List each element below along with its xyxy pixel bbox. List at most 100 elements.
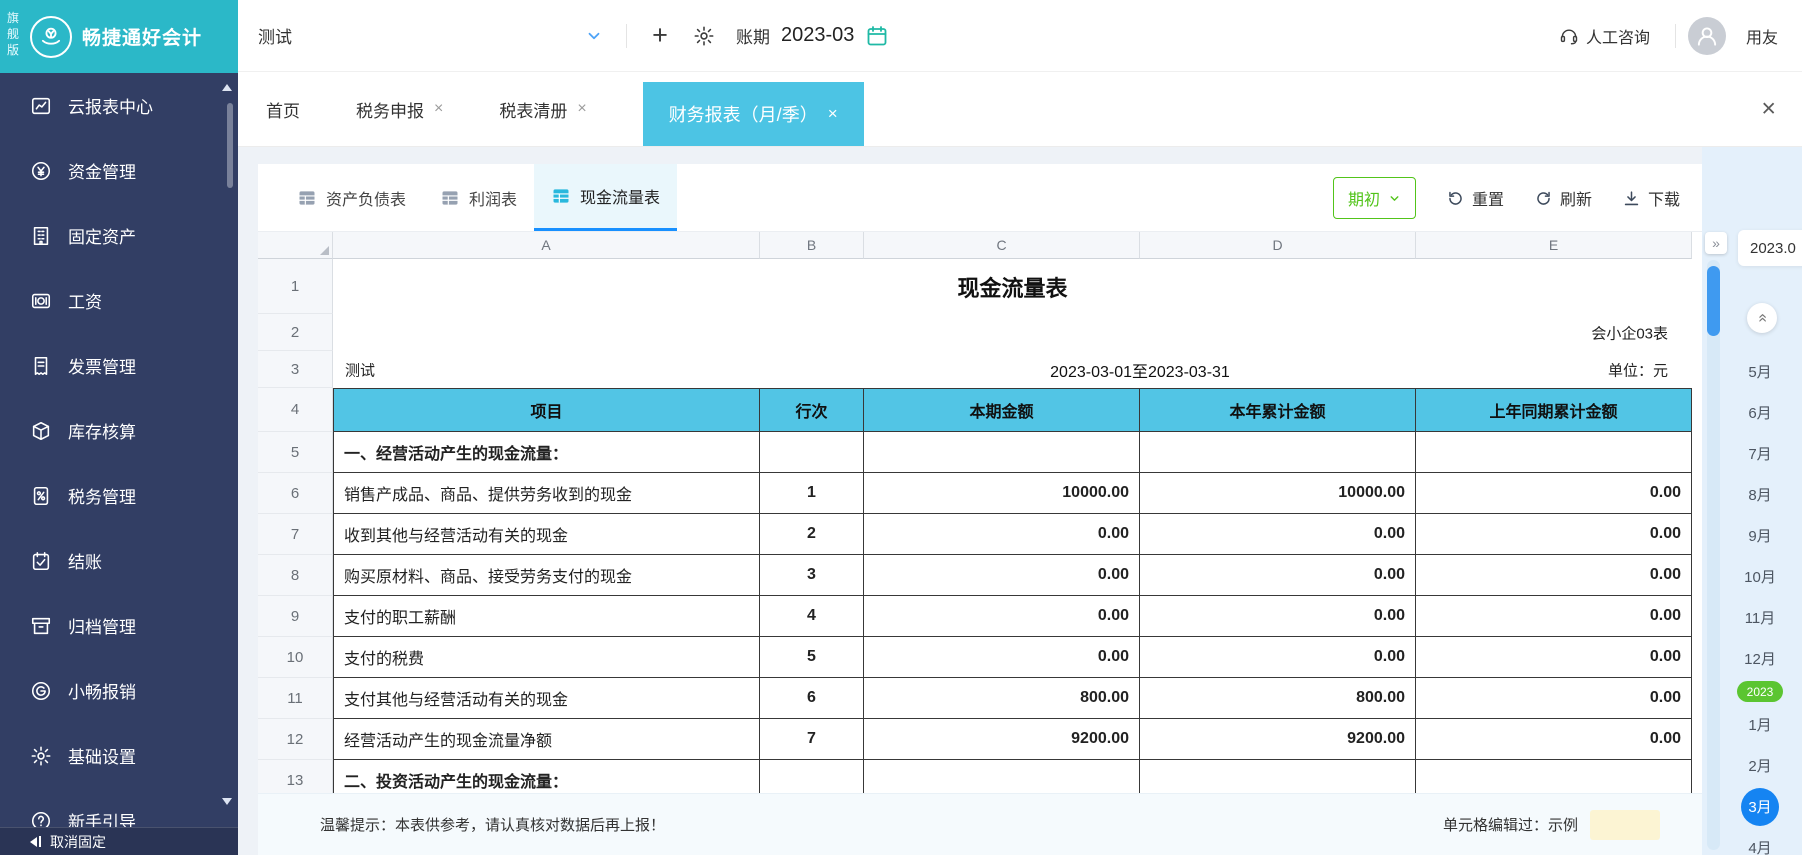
report-tab-balance-sheet[interactable]: 资产负债表: [280, 164, 423, 231]
column-header-e[interactable]: E: [1416, 232, 1692, 259]
column-header-b[interactable]: B: [760, 232, 864, 259]
period-value[interactable]: 2023-03: [781, 24, 854, 47]
row-number[interactable]: 6: [258, 473, 333, 514]
sidebar-item-fixed-assets[interactable]: 固定资产: [0, 203, 238, 268]
period-filter-button[interactable]: 期初: [1332, 177, 1416, 219]
table-cell-ytd[interactable]: 10000.00: [1140, 473, 1416, 514]
table-cell-prior[interactable]: 0.00: [1416, 514, 1692, 555]
tab-close-icon[interactable]: [434, 100, 443, 118]
row-number[interactable]: 11: [258, 678, 333, 719]
table-cell-item[interactable]: 支付的职工薪酬: [333, 596, 760, 637]
sidebar-item-settings[interactable]: 基础设置: [0, 723, 238, 788]
header-cell-current[interactable]: 本期金额: [864, 388, 1140, 432]
table-cell-ytd[interactable]: [1140, 432, 1416, 473]
table-cell-current[interactable]: 0.00: [864, 637, 1140, 678]
table-cell-current[interactable]: 0.00: [864, 514, 1140, 555]
add-account-button[interactable]: [640, 0, 680, 71]
header-cell-line[interactable]: 行次: [760, 388, 864, 432]
download-button[interactable]: 下载: [1622, 186, 1680, 210]
column-header-d[interactable]: D: [1140, 232, 1416, 259]
table-cell-ytd[interactable]: 800.00: [1140, 678, 1416, 719]
sidebar-scroll-up-icon[interactable]: [222, 84, 232, 91]
table-cell-prior[interactable]: 0.00: [1416, 678, 1692, 719]
table-cell-current[interactable]: [864, 432, 1140, 473]
month-item[interactable]: 4月: [1730, 827, 1790, 855]
row-number[interactable]: 9: [258, 596, 333, 637]
table-cell-current[interactable]: [864, 760, 1140, 793]
column-header-c[interactable]: C: [864, 232, 1140, 259]
close-workspace-icon[interactable]: [1761, 97, 1776, 122]
sidebar-item-archive[interactable]: 归档管理: [0, 593, 238, 658]
table-cell-item[interactable]: 一、经营活动产生的现金流量：: [333, 432, 760, 473]
reset-button[interactable]: 重置: [1446, 186, 1504, 210]
sidebar-item-cloud-reports[interactable]: 云报表中心: [0, 73, 238, 138]
month-item[interactable]: 12月: [1730, 638, 1790, 679]
table-cell-prior[interactable]: 0.00: [1416, 719, 1692, 760]
row-number[interactable]: 4: [258, 388, 333, 432]
row-number[interactable]: 10: [258, 637, 333, 678]
table-cell-item[interactable]: 收到其他与经营活动有关的现金: [333, 514, 760, 555]
month-item[interactable]: 5月: [1730, 351, 1790, 392]
tab-tax-register[interactable]: 税表清册: [499, 97, 586, 122]
table-cell-current[interactable]: 9200.00: [864, 719, 1140, 760]
tab-home[interactable]: 首页: [266, 97, 300, 122]
tab-close-icon[interactable]: [828, 104, 838, 124]
sidebar-item-closing[interactable]: 结账: [0, 528, 238, 593]
sidebar-item-guide[interactable]: 新手引导: [0, 788, 238, 827]
month-item[interactable]: 2月: [1730, 745, 1790, 786]
table-cell-line[interactable]: 4: [760, 596, 864, 637]
month-item-active[interactable]: 3月: [1730, 786, 1790, 827]
table-cell-prior[interactable]: 0.00: [1416, 473, 1692, 514]
month-item[interactable]: 8月: [1730, 474, 1790, 515]
expand-panel-button[interactable]: [1705, 232, 1727, 254]
support-button[interactable]: 人工咨询: [1559, 0, 1650, 71]
table-cell-item[interactable]: 经营活动产生的现金流量净额: [333, 719, 760, 760]
tab-financial-reports[interactable]: 财务报表（月/季）: [642, 82, 864, 146]
table-cell-prior[interactable]: [1416, 760, 1692, 793]
tab-close-icon[interactable]: [577, 100, 586, 118]
unpin-sidebar-button[interactable]: 取消固定: [0, 827, 238, 855]
sidebar-item-reimburse[interactable]: 小畅报销: [0, 658, 238, 723]
collapse-months-button[interactable]: [1747, 303, 1777, 333]
row-number[interactable]: 2: [258, 314, 333, 351]
table-cell-prior[interactable]: 0.00: [1416, 596, 1692, 637]
row-number[interactable]: 12: [258, 719, 333, 760]
current-period-box[interactable]: 2023.0: [1738, 230, 1802, 266]
table-cell-line[interactable]: 6: [760, 678, 864, 719]
sidebar-item-tax[interactable]: 税务管理: [0, 463, 238, 528]
table-cell-item[interactable]: 购买原材料、商品、接受劳务支付的现金: [333, 555, 760, 596]
table-cell-ytd[interactable]: 0.00: [1140, 596, 1416, 637]
table-cell-line[interactable]: [760, 432, 864, 473]
calendar-icon[interactable]: [865, 24, 889, 48]
avatar[interactable]: [1688, 17, 1726, 55]
table-cell-line[interactable]: 5: [760, 637, 864, 678]
table-cell-line[interactable]: 1: [760, 473, 864, 514]
sidebar-scroll-down-icon[interactable]: [222, 798, 232, 805]
report-tab-cash-flow[interactable]: 现金流量表: [534, 164, 678, 231]
row-number[interactable]: 1: [258, 259, 333, 314]
table-cell-ytd[interactable]: 0.00: [1140, 514, 1416, 555]
table-cell-item[interactable]: 二、投资活动产生的现金流量：: [333, 760, 760, 793]
row-number[interactable]: 7: [258, 514, 333, 555]
sidebar-scrollbar-thumb[interactable]: [227, 103, 233, 188]
scrollbar-thumb[interactable]: [1707, 266, 1720, 336]
year-badge[interactable]: 2023: [1737, 681, 1783, 702]
row-number[interactable]: 3: [258, 351, 333, 388]
table-cell-line[interactable]: 2: [760, 514, 864, 555]
username[interactable]: 用友: [1746, 0, 1778, 71]
table-cell-item[interactable]: 支付其他与经营活动有关的现金: [333, 678, 760, 719]
header-cell-prior[interactable]: 上年同期累计金额: [1416, 388, 1692, 432]
column-header-a[interactable]: A: [333, 232, 760, 259]
tab-tax-filing[interactable]: 税务申报: [356, 97, 443, 122]
month-item[interactable]: 11月: [1730, 597, 1790, 638]
table-cell-ytd[interactable]: 9200.00: [1140, 719, 1416, 760]
table-cell-ytd[interactable]: [1140, 760, 1416, 793]
sidebar-item-invoices[interactable]: 发票管理: [0, 333, 238, 398]
row-number[interactable]: 8: [258, 555, 333, 596]
select-all-corner[interactable]: [258, 232, 333, 259]
table-cell-prior[interactable]: 0.00: [1416, 555, 1692, 596]
month-item[interactable]: 9月: [1730, 515, 1790, 556]
month-item[interactable]: 1月: [1730, 704, 1790, 745]
table-cell-ytd[interactable]: 0.00: [1140, 555, 1416, 596]
account-settings-button[interactable]: [684, 0, 724, 71]
